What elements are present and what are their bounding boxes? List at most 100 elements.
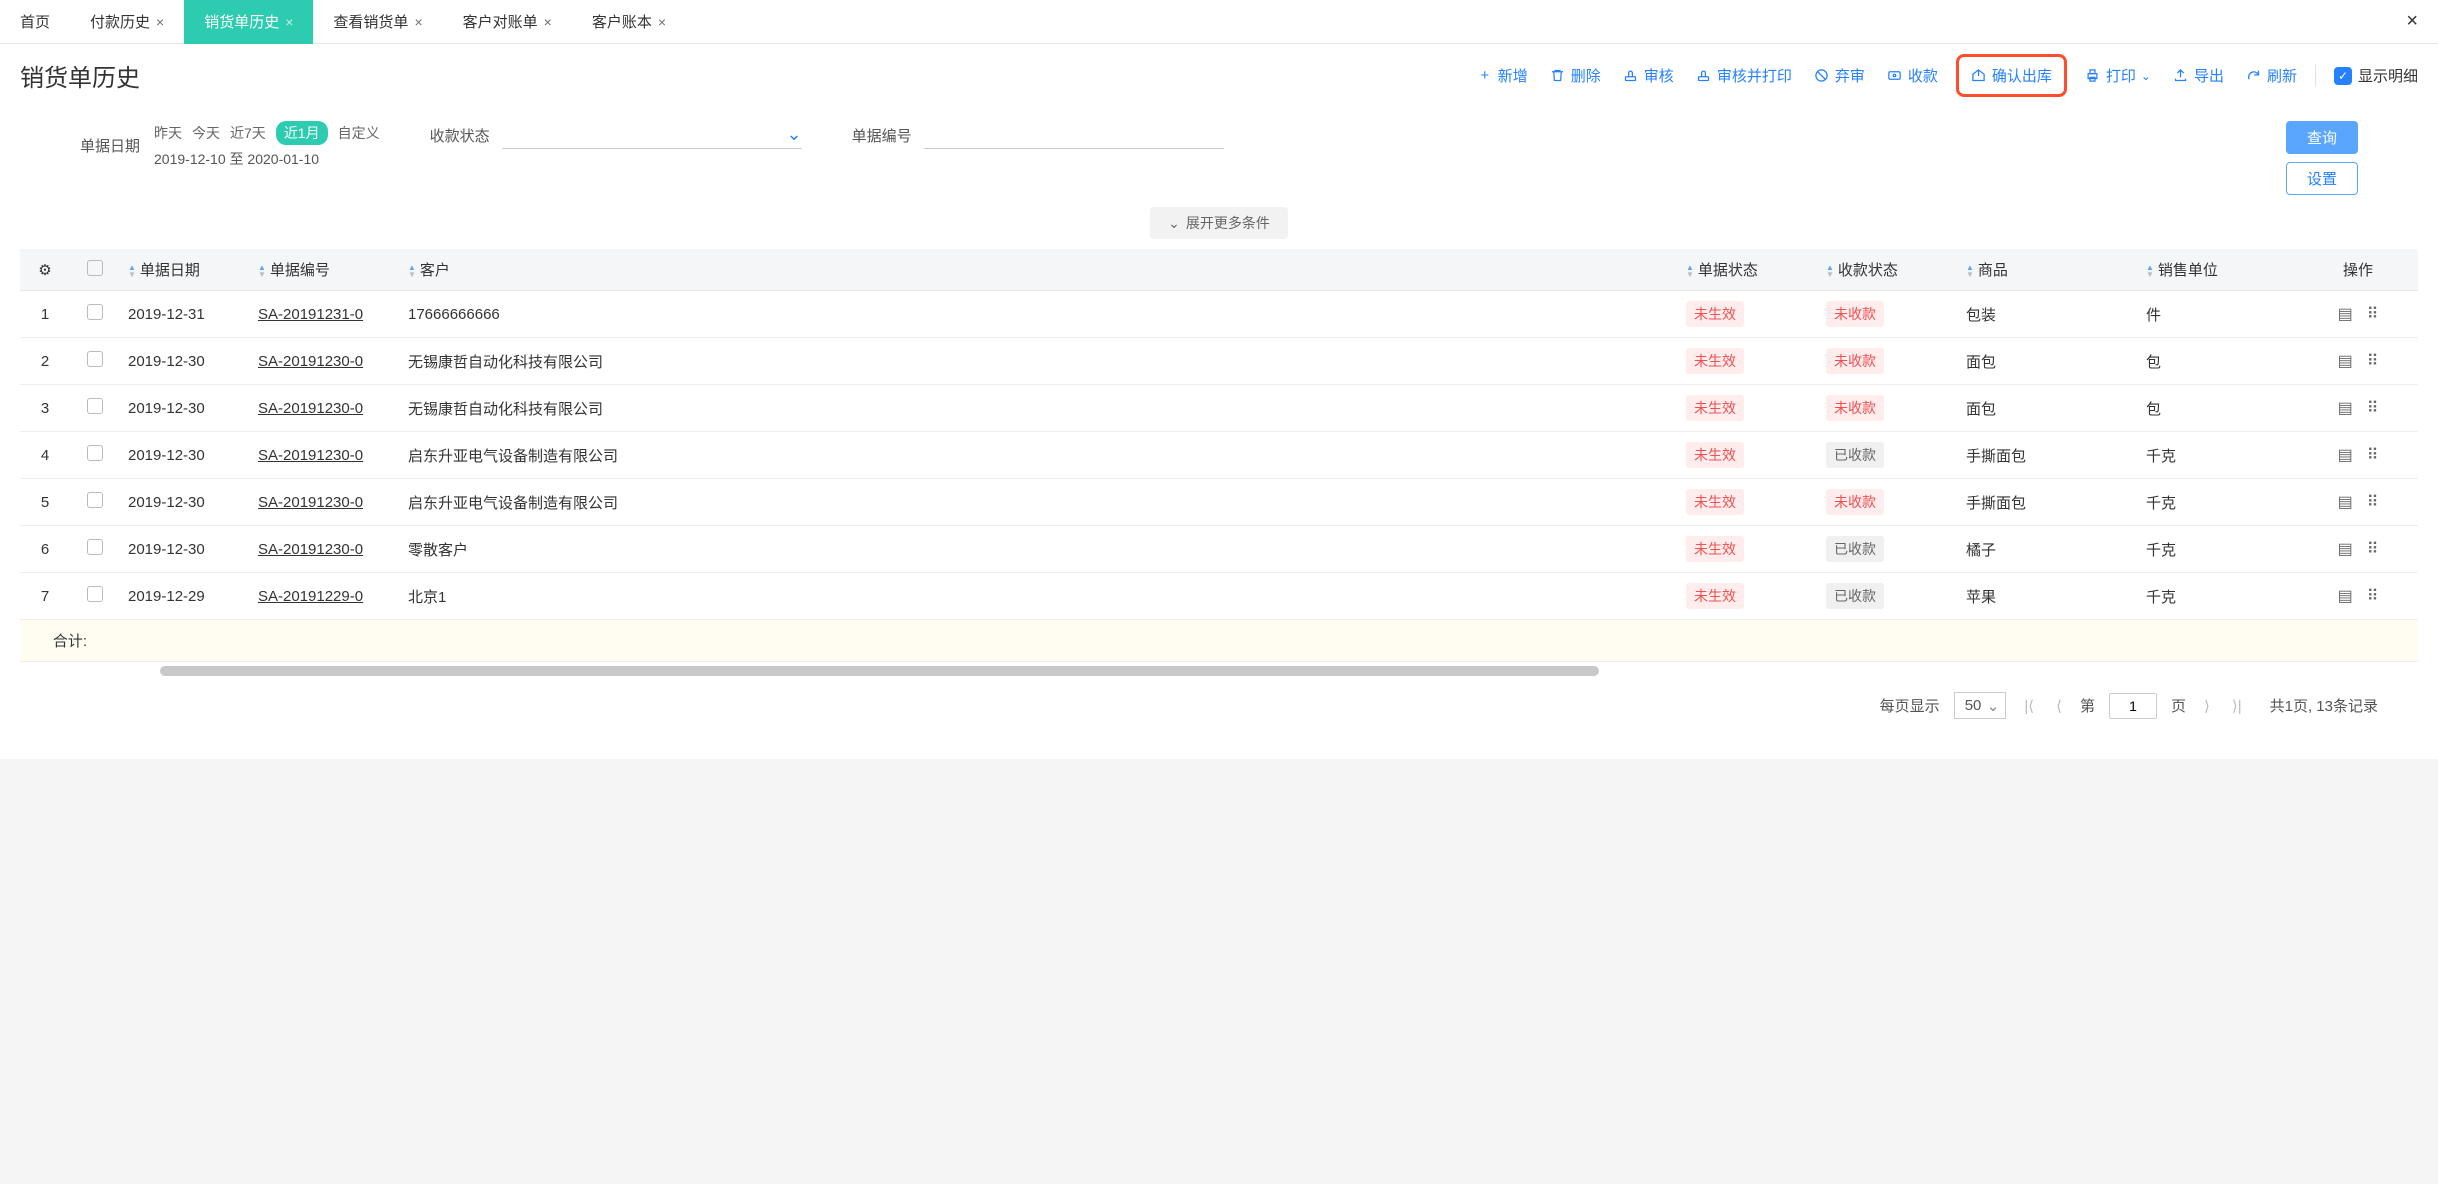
tab-payment-history[interactable]: 付款历史× xyxy=(70,0,184,44)
more-icon[interactable]: ⠿ xyxy=(2367,492,2379,512)
col-checkbox[interactable] xyxy=(70,249,120,291)
receipt-button[interactable]: 收款 xyxy=(1887,65,1938,86)
last-page-button[interactable]: ⟩| xyxy=(2228,697,2246,715)
more-icon[interactable]: ⠿ xyxy=(2367,586,2379,606)
col-unit[interactable]: ▲▼销售单位 xyxy=(2138,249,2298,291)
cell-docno[interactable]: SA-20191230-0 xyxy=(250,385,400,432)
table-row[interactable]: 62019-12-30SA-20191230-0零散客户未生效已收款橘子千克▤⠿ xyxy=(20,526,2418,573)
table-row[interactable]: 32019-12-30SA-20191230-0无锡康哲自动化科技有限公司未生效… xyxy=(20,385,2418,432)
col-customer[interactable]: ▲▼客户 xyxy=(400,249,1678,291)
page-input[interactable] xyxy=(2109,693,2157,719)
checkbox-icon[interactable] xyxy=(87,445,103,461)
expand-more-button[interactable]: ⌄ 展开更多条件 xyxy=(1150,207,1288,239)
tab-customer-statement[interactable]: 客户对账单× xyxy=(443,0,572,44)
table-row[interactable]: 72019-12-29SA-20191229-0北京1未生效已收款苹果千克▤⠿ xyxy=(20,573,2418,620)
first-page-button[interactable]: |⟨ xyxy=(2020,697,2038,715)
row-checkbox-cell[interactable] xyxy=(70,291,120,338)
checkbox-icon[interactable] xyxy=(87,539,103,555)
cell-docno[interactable]: SA-20191229-0 xyxy=(250,573,400,620)
cell-date: 2019-12-30 xyxy=(120,385,250,432)
close-icon[interactable]: × xyxy=(156,14,164,30)
close-icon[interactable]: × xyxy=(285,14,293,30)
close-icon[interactable]: × xyxy=(414,14,422,30)
more-icon[interactable]: ⠿ xyxy=(2367,351,2379,371)
row-checkbox-cell[interactable] xyxy=(70,432,120,479)
checkbox-checked-icon: ✓ xyxy=(2334,67,2352,85)
close-all-tabs-icon[interactable]: × xyxy=(2396,10,2428,33)
more-icon[interactable]: ⠿ xyxy=(2367,445,2379,465)
abandon-button[interactable]: 弃审 xyxy=(1814,65,1865,86)
refresh-button[interactable]: 刷新 xyxy=(2246,65,2297,86)
date-opt-custom[interactable]: 自定义 xyxy=(338,123,380,143)
col-date[interactable]: ▲▼单据日期 xyxy=(120,249,250,291)
more-icon[interactable]: ⠿ xyxy=(2367,304,2379,324)
export-button[interactable]: 导出 xyxy=(2173,65,2224,86)
checkbox-icon[interactable] xyxy=(87,398,103,414)
close-icon[interactable]: × xyxy=(658,14,666,30)
confirm-outbound-button[interactable]: 确认出库 xyxy=(1956,54,2067,97)
table-row[interactable]: 52019-12-30SA-20191230-0启东升亚电气设备制造有限公司未生… xyxy=(20,479,2418,526)
more-icon[interactable]: ⠿ xyxy=(2367,398,2379,418)
per-page-select[interactable]: 50 ⌄ xyxy=(1954,692,2007,719)
settings-button[interactable]: 设置 xyxy=(2286,162,2358,195)
view-icon[interactable]: ▤ xyxy=(2338,492,2353,512)
date-range-display[interactable]: 2019-12-10 至 2020-01-10 xyxy=(154,149,380,169)
table-row[interactable]: 42019-12-30SA-20191230-0启东升亚电气设备制造有限公司未生… xyxy=(20,432,2418,479)
col-pay-status[interactable]: ▲▼收款状态 xyxy=(1818,249,1958,291)
cell-customer: 北京1 xyxy=(400,573,1678,620)
cell-docno[interactable]: SA-20191230-0 xyxy=(250,526,400,573)
row-checkbox-cell[interactable] xyxy=(70,573,120,620)
row-checkbox-cell[interactable] xyxy=(70,338,120,385)
cell-docno[interactable]: SA-20191230-0 xyxy=(250,432,400,479)
page-header: 销货单历史 +新增 删除 审核 审核并打印 弃审 收款 确认出库 打印⌄ 导出 … xyxy=(0,44,2438,105)
close-icon[interactable]: × xyxy=(544,14,552,30)
row-checkbox-cell[interactable] xyxy=(70,479,120,526)
checkbox-icon[interactable] xyxy=(87,304,103,320)
view-icon[interactable]: ▤ xyxy=(2338,398,2353,418)
table-row[interactable]: 12019-12-31SA-20191231-017666666666未生效未收… xyxy=(20,291,2418,338)
tab-customer-ledger[interactable]: 客户账本× xyxy=(572,0,686,44)
view-icon[interactable]: ▤ xyxy=(2338,351,2353,371)
query-button[interactable]: 查询 xyxy=(2286,121,2358,154)
cell-docno[interactable]: SA-20191230-0 xyxy=(250,338,400,385)
prev-page-button[interactable]: ⟨ xyxy=(2052,697,2066,715)
add-button[interactable]: +新增 xyxy=(1477,65,1528,86)
chevron-down-icon: ⌄ xyxy=(787,124,802,145)
date-opt-7days[interactable]: 近7天 xyxy=(230,123,266,143)
view-icon[interactable]: ▤ xyxy=(2338,304,2353,324)
checkbox-icon[interactable] xyxy=(87,492,103,508)
tab-home[interactable]: 首页 xyxy=(0,0,70,44)
view-icon[interactable]: ▤ xyxy=(2338,586,2353,606)
col-gear[interactable]: ⚙ xyxy=(20,249,70,291)
checkbox-icon[interactable] xyxy=(87,351,103,367)
tab-view-sales[interactable]: 查看销货单× xyxy=(313,0,442,44)
next-page-button[interactable]: ⟩ xyxy=(2200,697,2214,715)
col-docno[interactable]: ▲▼单据编号 xyxy=(250,249,400,291)
cell-docno[interactable]: SA-20191231-0 xyxy=(250,291,400,338)
delete-button[interactable]: 删除 xyxy=(1550,65,1601,86)
col-doc-status[interactable]: ▲▼单据状态 xyxy=(1678,249,1818,291)
table-row[interactable]: 22019-12-30SA-20191230-0无锡康哲自动化科技有限公司未生效… xyxy=(20,338,2418,385)
export-icon xyxy=(2173,68,2189,84)
docno-input[interactable] xyxy=(924,121,1224,149)
cell-docno[interactable]: SA-20191230-0 xyxy=(250,479,400,526)
date-opt-today[interactable]: 今天 xyxy=(192,123,220,143)
show-detail-toggle[interactable]: ✓ 显示明细 xyxy=(2315,65,2418,86)
date-opt-yesterday[interactable]: 昨天 xyxy=(154,123,182,143)
audit-print-button[interactable]: 审核并打印 xyxy=(1696,65,1792,86)
row-checkbox-cell[interactable] xyxy=(70,526,120,573)
row-checkbox-cell[interactable] xyxy=(70,385,120,432)
view-icon[interactable]: ▤ xyxy=(2338,539,2353,559)
col-product[interactable]: ▲▼商品 xyxy=(1958,249,2138,291)
checkbox-icon[interactable] xyxy=(87,586,103,602)
pay-status-select[interactable]: ⌄ xyxy=(502,121,802,149)
more-icon[interactable]: ⠿ xyxy=(2367,539,2379,559)
print-button[interactable]: 打印⌄ xyxy=(2085,65,2151,86)
date-opt-1month[interactable]: 近1月 xyxy=(276,121,328,145)
view-icon[interactable]: ▤ xyxy=(2338,445,2353,465)
checkbox-icon[interactable] xyxy=(87,260,103,276)
tab-sales-history[interactable]: 销货单历史× xyxy=(184,0,313,44)
audit-button[interactable]: 审核 xyxy=(1623,65,1674,86)
horizontal-scrollbar[interactable] xyxy=(160,666,1599,676)
refresh-icon xyxy=(2246,68,2262,84)
